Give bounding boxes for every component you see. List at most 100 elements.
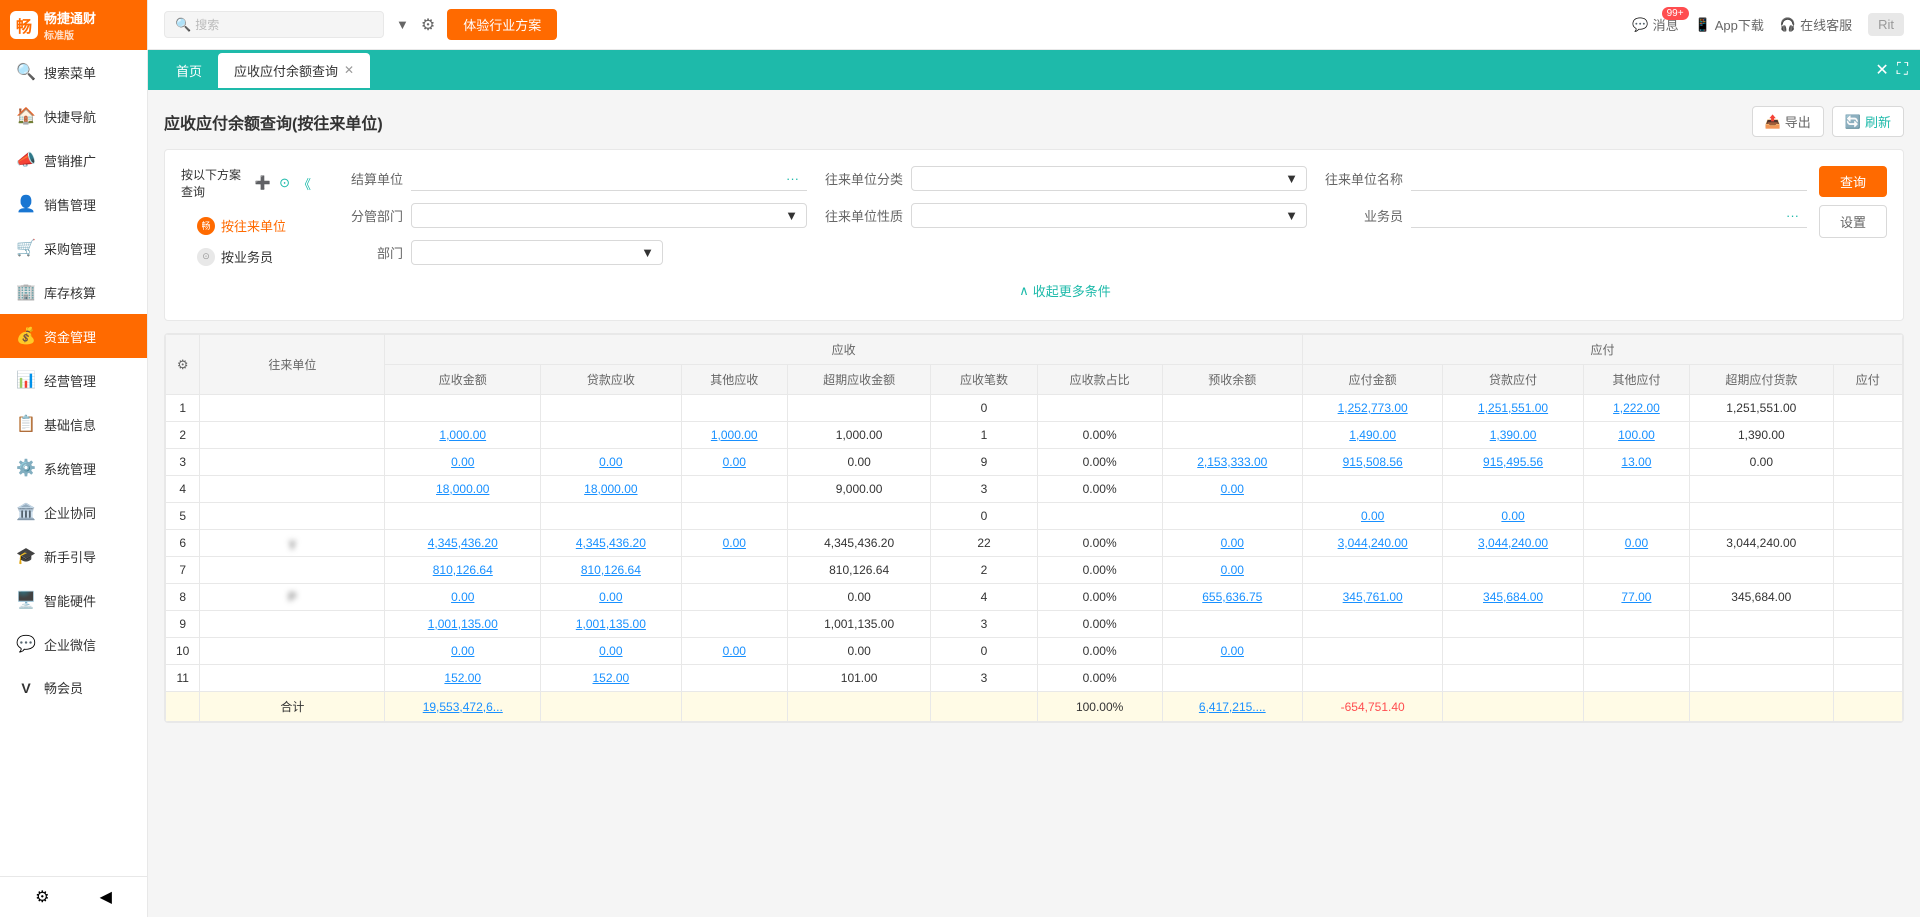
cell-dk-ys[interactable]: 1,001,135.00 bbox=[541, 611, 681, 638]
cell-ys-ye[interactable] bbox=[1162, 611, 1302, 638]
cell-qt-ys[interactable] bbox=[681, 557, 787, 584]
cell-ys-je[interactable]: 810,126.64 bbox=[385, 557, 541, 584]
topbar-dropdown-icon[interactable]: ▼ bbox=[396, 17, 409, 32]
cell-qt-yf[interactable] bbox=[1583, 503, 1689, 530]
cell-yf-je[interactable] bbox=[1302, 611, 1442, 638]
sidebar-item-wechat[interactable]: 💬 企业微信 bbox=[0, 622, 147, 666]
cell-qt-yf[interactable]: 100.00 bbox=[1583, 422, 1689, 449]
cell-dk-ys[interactable]: 4,345,436.20 bbox=[541, 530, 681, 557]
cell-dk-yf[interactable] bbox=[1443, 557, 1583, 584]
scheme-collapse-icon[interactable]: 《 bbox=[298, 174, 311, 193]
cell-qt-yf[interactable] bbox=[1583, 638, 1689, 665]
scheme-add-icon[interactable]: ➕ bbox=[255, 175, 271, 191]
refresh-button[interactable]: 🔄 刷新 bbox=[1832, 106, 1904, 137]
sidebar-item-corp[interactable]: 🏛️ 企业协同 bbox=[0, 490, 147, 534]
sidebar-item-marketing[interactable]: 📣 营销推广 bbox=[0, 138, 147, 182]
cell-qt-ys[interactable] bbox=[681, 503, 787, 530]
collapse-sidebar-icon[interactable]: ◀ bbox=[100, 887, 112, 907]
cell-qt-ys[interactable]: 0.00 bbox=[681, 638, 787, 665]
query-button[interactable]: 查询 bbox=[1819, 166, 1887, 197]
cell-qt-yf[interactable] bbox=[1583, 665, 1689, 692]
cell-qt-ys[interactable] bbox=[681, 611, 787, 638]
cell-yf-je[interactable] bbox=[1302, 665, 1442, 692]
cell-dk-yf[interactable]: 1,251,551.00 bbox=[1443, 395, 1583, 422]
cell-qt-yf[interactable] bbox=[1583, 476, 1689, 503]
cell-dk-ys[interactable]: 0.00 bbox=[541, 584, 681, 611]
tab-query[interactable]: 应收应付余额查询 ✕ bbox=[218, 53, 370, 88]
cell-qt-ys[interactable] bbox=[681, 395, 787, 422]
cell-qt-yf[interactable] bbox=[1583, 557, 1689, 584]
sidebar-item-finance[interactable]: 💰 资金管理 bbox=[0, 314, 147, 358]
topbar-search-bar[interactable]: 🔍 搜索 bbox=[164, 11, 384, 38]
cell-ys-je[interactable] bbox=[385, 503, 541, 530]
cell-ys-ye[interactable] bbox=[1162, 503, 1302, 530]
cell-yf-je[interactable] bbox=[1302, 638, 1442, 665]
cell-qt-yf[interactable]: 77.00 bbox=[1583, 584, 1689, 611]
cell-qt-yf[interactable] bbox=[1583, 611, 1689, 638]
sidebar-item-guide[interactable]: 🎓 新手引导 bbox=[0, 534, 147, 578]
sidebar-item-operation[interactable]: 📊 经营管理 bbox=[0, 358, 147, 402]
topbar-gear-icon[interactable]: ⚙ bbox=[421, 15, 435, 35]
cell-dk-yf[interactable] bbox=[1443, 476, 1583, 503]
cell-dk-yf[interactable]: 3,044,240.00 bbox=[1443, 530, 1583, 557]
unit-name-input[interactable] bbox=[1411, 167, 1807, 191]
cell-qt-ys[interactable] bbox=[681, 665, 787, 692]
settings-button[interactable]: 设置 bbox=[1819, 205, 1887, 238]
cell-ys-je[interactable]: 0.00 bbox=[385, 584, 541, 611]
cell-ys-je[interactable]: 0.00 bbox=[385, 638, 541, 665]
settings-footer-icon[interactable]: ⚙ bbox=[35, 887, 49, 907]
filter-option-by-salesman[interactable]: ⊙ 按业务员 bbox=[189, 243, 311, 270]
cell-yf-je[interactable]: 1,490.00 bbox=[1302, 422, 1442, 449]
cell-yf-je[interactable]: 915,508.56 bbox=[1302, 449, 1442, 476]
topbar-msg[interactable]: 💬 消息 99+ bbox=[1632, 15, 1678, 34]
cell-yf-je[interactable]: 3,044,240.00 bbox=[1302, 530, 1442, 557]
cell-dk-ys[interactable] bbox=[541, 503, 681, 530]
tabbar-expand-btn[interactable]: ⛶ bbox=[1897, 60, 1908, 80]
solution-button[interactable]: 体验行业方案 bbox=[447, 9, 557, 40]
cell-yf-je[interactable]: 345,761.00 bbox=[1302, 584, 1442, 611]
cell-dk-yf[interactable] bbox=[1443, 611, 1583, 638]
sidebar-item-hardware[interactable]: 🖥️ 智能硬件 bbox=[0, 578, 147, 622]
cell-dk-ys[interactable]: 0.00 bbox=[541, 638, 681, 665]
bumen-select[interactable]: ▼ bbox=[411, 240, 663, 265]
salesman-input-wrap[interactable]: ··· bbox=[1411, 204, 1807, 228]
cell-ys-je[interactable]: 4,345,436.20 bbox=[385, 530, 541, 557]
cell-yf-je[interactable] bbox=[1302, 476, 1442, 503]
cell-ys-je[interactable]: 18,000.00 bbox=[385, 476, 541, 503]
cell-dk-yf[interactable] bbox=[1443, 665, 1583, 692]
cell-ys-ye[interactable]: 0.00 bbox=[1162, 557, 1302, 584]
cell-qt-ys[interactable] bbox=[681, 584, 787, 611]
scheme-settings-icon[interactable]: ⊙ bbox=[279, 175, 290, 191]
sidebar-item-member[interactable]: V 畅会员 bbox=[0, 666, 147, 709]
tab-close-icon[interactable]: ✕ bbox=[344, 63, 354, 77]
th-settings[interactable]: ⚙ bbox=[166, 335, 200, 395]
cell-dk-ys[interactable]: 810,126.64 bbox=[541, 557, 681, 584]
export-button[interactable]: 📤 导出 bbox=[1752, 106, 1824, 137]
jiesuan-input-wrap[interactable]: ··· bbox=[411, 167, 807, 191]
cell-ys-ye[interactable]: 0.00 bbox=[1162, 476, 1302, 503]
cell-dk-yf[interactable]: 345,684.00 bbox=[1443, 584, 1583, 611]
cell-qt-ys[interactable] bbox=[681, 476, 787, 503]
cell-ys-ye[interactable] bbox=[1162, 395, 1302, 422]
cell-yf-je[interactable] bbox=[1302, 557, 1442, 584]
sidebar-item-system[interactable]: ⚙️ 系统管理 bbox=[0, 446, 147, 490]
sidebar-item-basic[interactable]: 📋 基础信息 bbox=[0, 402, 147, 446]
topbar-app[interactable]: 📱 App下载 bbox=[1695, 15, 1764, 34]
sidebar-item-purchase[interactable]: 🛒 采购管理 bbox=[0, 226, 147, 270]
cell-qt-yf[interactable]: 0.00 bbox=[1583, 530, 1689, 557]
cell-dk-ys[interactable] bbox=[541, 395, 681, 422]
cell-dk-yf[interactable] bbox=[1443, 638, 1583, 665]
cell-qt-ys[interactable]: 1,000.00 bbox=[681, 422, 787, 449]
dept-select[interactable]: ▼ bbox=[411, 203, 807, 228]
cell-dk-ys[interactable]: 18,000.00 bbox=[541, 476, 681, 503]
cell-ys-ye[interactable] bbox=[1162, 422, 1302, 449]
cell-qt-ys[interactable]: 0.00 bbox=[681, 530, 787, 557]
cell-yf-je[interactable]: 1,252,773.00 bbox=[1302, 395, 1442, 422]
cell-ys-je[interactable]: 1,001,135.00 bbox=[385, 611, 541, 638]
cell-ys-je[interactable]: 0.00 bbox=[385, 449, 541, 476]
tab-home[interactable]: 首页 bbox=[160, 53, 218, 88]
tabbar-close-btn[interactable]: ✕ bbox=[1875, 60, 1888, 80]
sidebar-item-search[interactable]: 🔍 搜索菜单 bbox=[0, 50, 147, 94]
sidebar-item-inventory[interactable]: 🏢 库存核算 bbox=[0, 270, 147, 314]
topbar-user[interactable]: Rit bbox=[1868, 13, 1904, 36]
